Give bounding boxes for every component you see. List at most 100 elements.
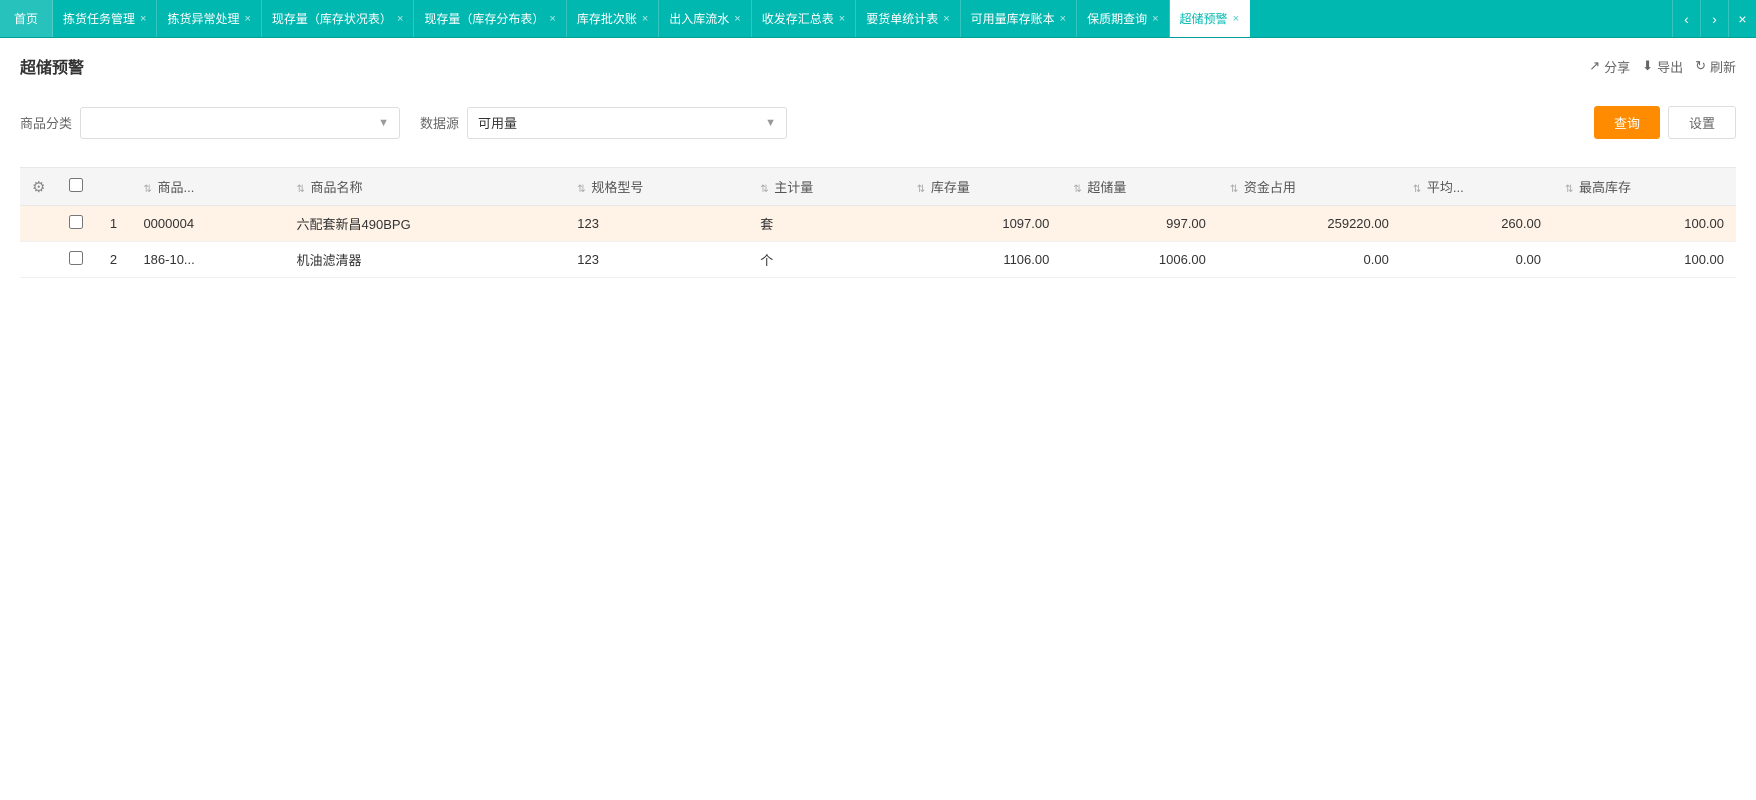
column-overstock[interactable]: ⇅ 超储量 <box>1061 168 1218 206</box>
nav-arrow-right[interactable]: › <box>1700 0 1728 38</box>
nav-abnormal-close[interactable]: × <box>244 13 250 25</box>
column-stock[interactable]: ⇅ 库存量 <box>905 168 1062 206</box>
row-spec: 123 <box>565 242 748 278</box>
header-actions: ↗ 分享 ⬇ 导出 ↻ 刷新 <box>1589 57 1736 76</box>
column-product-code-label: 商品... <box>157 180 194 195</box>
nav-home[interactable]: 首页 <box>0 0 53 37</box>
row-product-code: 0000004 <box>131 206 284 242</box>
nav-inventory-dist[interactable]: 现存量（库存分布表） × <box>414 0 566 37</box>
sort-icon-spec: ⇅ <box>577 184 585 195</box>
sort-icon-max-stock: ⇅ <box>1565 184 1573 195</box>
page-header: 超储预警 ↗ 分享 ⬇ 导出 ↻ 刷新 <box>20 54 1736 78</box>
sort-icon-product-name: ⇅ <box>297 184 305 195</box>
nav-batch-account-close[interactable]: × <box>642 13 648 25</box>
gear-icon[interactable]: ⚙ <box>32 179 45 196</box>
column-row-num <box>95 168 131 206</box>
export-icon: ⬇ <box>1642 58 1653 74</box>
sort-icon-capital: ⇅ <box>1230 184 1238 195</box>
nav-quality-check[interactable]: 保质期查询 × <box>1077 0 1169 37</box>
nav-available-account-close[interactable]: × <box>1060 13 1066 25</box>
refresh-button[interactable]: ↻ 刷新 <box>1695 57 1736 76</box>
nav-batch-account[interactable]: 库存批次账 × <box>567 0 659 37</box>
nav-quality-check-close[interactable]: × <box>1152 13 1158 25</box>
column-capital-label: 资金占用 <box>1244 180 1296 195</box>
row-settings-cell <box>20 206 57 242</box>
nav-arrow-left[interactable]: ‹ <box>1672 0 1700 38</box>
nav-task-mgmt[interactable]: 拣货任务管理 × <box>53 0 157 37</box>
nav-collect-summary[interactable]: 收发存汇总表 × <box>752 0 856 37</box>
row-checkbox[interactable] <box>69 215 83 229</box>
table-row[interactable]: 2 186-10... 机油滤清器 123 个 1106.00 1006.00 … <box>20 242 1736 278</box>
column-capital[interactable]: ⇅ 资金占用 <box>1218 168 1401 206</box>
row-capital: 0.00 <box>1218 242 1401 278</box>
row-unit: 套 <box>748 206 905 242</box>
category-select-arrow: ▼ <box>378 117 389 129</box>
share-label: 分享 <box>1604 57 1630 76</box>
column-spec[interactable]: ⇅ 规格型号 <box>565 168 748 206</box>
row-capital: 259220.00 <box>1218 206 1401 242</box>
column-product-name[interactable]: ⇅ 商品名称 <box>285 168 566 206</box>
nav-abnormal[interactable]: 拣货异常处理 × <box>157 0 261 37</box>
column-max-stock-label: 最高库存 <box>1579 180 1631 195</box>
row-checkbox[interactable] <box>69 251 83 265</box>
data-source-label: 数据源 <box>420 113 459 132</box>
nav-collect-summary-close[interactable]: × <box>839 13 845 25</box>
column-unit[interactable]: ⇅ 主计量 <box>748 168 905 206</box>
nav-in-out-flow-close[interactable]: × <box>734 13 740 25</box>
nav-order-stats-close[interactable]: × <box>943 13 949 25</box>
data-table: ⚙ ⇅ 商品... ⇅ 商品名称 ⇅ 规格型号 <box>20 167 1736 278</box>
data-source-select[interactable]: 可用量 ▼ <box>467 107 787 139</box>
page-content: 超储预警 ↗ 分享 ⬇ 导出 ↻ 刷新 商品分类 ▼ 数据源 <box>0 38 1756 800</box>
row-unit: 个 <box>748 242 905 278</box>
column-spec-label: 规格型号 <box>591 180 643 195</box>
row-product-code: 186-10... <box>131 242 284 278</box>
column-checkbox[interactable] <box>57 168 95 206</box>
column-stock-label: 库存量 <box>931 180 970 195</box>
nav-abnormal-label: 拣货异常处理 <box>167 10 239 27</box>
export-button[interactable]: ⬇ 导出 <box>1642 57 1683 76</box>
category-select[interactable]: ▼ <box>80 107 400 139</box>
nav-overstock-warning[interactable]: 超储预警 × <box>1170 0 1250 37</box>
nav-inventory-status-label: 现存量（库存状况表） <box>272 10 392 27</box>
nav-arrows: ‹ › × <box>1672 0 1756 38</box>
column-product-code[interactable]: ⇅ 商品... <box>131 168 284 206</box>
table-body: 1 0000004 六配套新昌490BPG 123 套 1097.00 997.… <box>20 206 1736 278</box>
row-overstock: 1006.00 <box>1061 242 1218 278</box>
nav-task-mgmt-label: 拣货任务管理 <box>63 10 135 27</box>
table-header: ⚙ ⇅ 商品... ⇅ 商品名称 ⇅ 规格型号 <box>20 168 1736 206</box>
nav-inventory-status-close[interactable]: × <box>397 13 403 25</box>
nav-inventory-status[interactable]: 现存量（库存状况表） × <box>262 0 414 37</box>
action-buttons: 查询 设置 <box>1594 106 1736 139</box>
data-source-arrow: ▼ <box>765 117 776 129</box>
column-avg-label: 平均... <box>1427 180 1464 195</box>
column-settings[interactable]: ⚙ <box>20 168 57 206</box>
row-product-name: 六配套新昌490BPG <box>285 206 566 242</box>
row-checkbox-cell[interactable] <box>57 206 95 242</box>
table-row[interactable]: 1 0000004 六配套新昌490BPG 123 套 1097.00 997.… <box>20 206 1736 242</box>
data-source-filter: 数据源 可用量 ▼ <box>420 107 787 139</box>
nav-inventory-dist-close[interactable]: × <box>549 13 555 25</box>
row-overstock: 997.00 <box>1061 206 1218 242</box>
query-button[interactable]: 查询 <box>1594 106 1660 139</box>
sort-icon-unit: ⇅ <box>760 184 768 195</box>
nav-batch-account-label: 库存批次账 <box>577 10 637 27</box>
row-checkbox-cell[interactable] <box>57 242 95 278</box>
nav-overstock-warning-close[interactable]: × <box>1233 13 1239 25</box>
nav-arrow-close[interactable]: × <box>1728 0 1756 38</box>
select-all-checkbox[interactable] <box>69 178 83 192</box>
filter-area: 商品分类 ▼ 数据源 可用量 ▼ 查询 设置 <box>20 94 1736 151</box>
nav-available-account[interactable]: 可用量库存账本 × <box>961 0 1077 37</box>
settings-button[interactable]: 设置 <box>1668 106 1736 139</box>
sort-icon-overstock: ⇅ <box>1073 184 1081 195</box>
nav-task-mgmt-close[interactable]: × <box>140 13 146 25</box>
column-max-stock[interactable]: ⇅ 最高库存 <box>1553 168 1736 206</box>
nav-order-stats[interactable]: 要货单统计表 × <box>856 0 960 37</box>
column-avg[interactable]: ⇅ 平均... <box>1401 168 1553 206</box>
nav-in-out-flow-label: 出入库流水 <box>669 10 729 27</box>
row-max-stock: 100.00 <box>1553 206 1736 242</box>
nav-available-account-label: 可用量库存账本 <box>971 10 1055 27</box>
nav-overstock-warning-label: 超储预警 <box>1180 10 1228 27</box>
share-button[interactable]: ↗ 分享 <box>1589 57 1630 76</box>
row-stock: 1106.00 <box>905 242 1062 278</box>
nav-in-out-flow[interactable]: 出入库流水 × <box>659 0 751 37</box>
